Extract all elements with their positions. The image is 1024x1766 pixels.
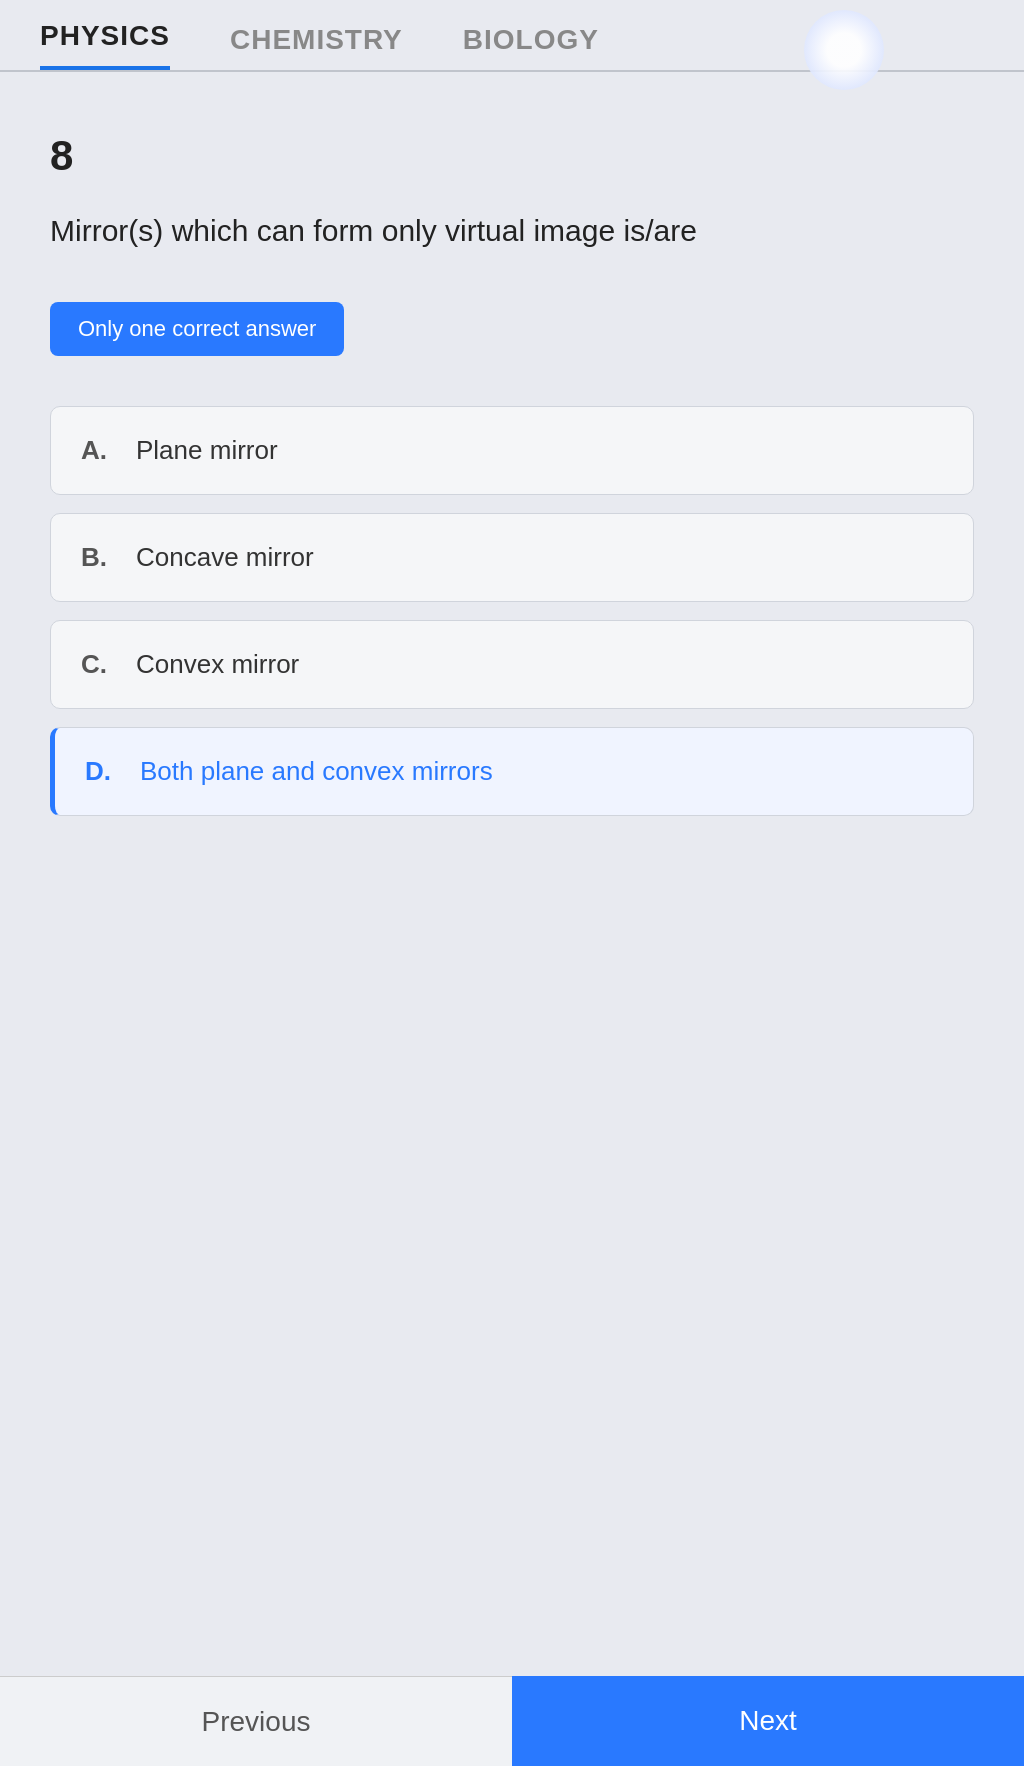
- tab-physics[interactable]: PHYSICS: [40, 20, 170, 70]
- glare-effect: [804, 10, 884, 90]
- option-c[interactable]: C. Convex mirror: [50, 620, 974, 709]
- option-d[interactable]: D. Both plane and convex mirrors: [50, 727, 974, 816]
- options-list: A. Plane mirror B. Concave mirror C. Con…: [50, 406, 974, 834]
- option-c-text: Convex mirror: [136, 649, 299, 680]
- top-nav: PHYSICS CHEMISTRY BIOLOGY: [0, 0, 1024, 70]
- next-button[interactable]: Next: [512, 1676, 1024, 1766]
- bottom-nav: Previous Next: [0, 1676, 1024, 1766]
- option-d-text: Both plane and convex mirrors: [140, 756, 493, 787]
- question-number: 8: [50, 132, 974, 180]
- option-b[interactable]: B. Concave mirror: [50, 513, 974, 602]
- option-b-text: Concave mirror: [136, 542, 314, 573]
- option-a-text: Plane mirror: [136, 435, 278, 466]
- option-a-label: A.: [81, 435, 116, 466]
- tab-biology[interactable]: BIOLOGY: [463, 24, 599, 70]
- previous-button[interactable]: Previous: [0, 1676, 512, 1766]
- option-b-label: B.: [81, 542, 116, 573]
- content-area: 8 Mirror(s) which can form only virtual …: [0, 72, 1024, 874]
- tab-chemistry[interactable]: CHEMISTRY: [230, 24, 403, 70]
- option-c-label: C.: [81, 649, 116, 680]
- option-d-label: D.: [85, 756, 120, 787]
- answer-type-badge: Only one correct answer: [50, 302, 344, 356]
- option-a[interactable]: A. Plane mirror: [50, 406, 974, 495]
- question-text: Mirror(s) which can form only virtual im…: [50, 210, 974, 252]
